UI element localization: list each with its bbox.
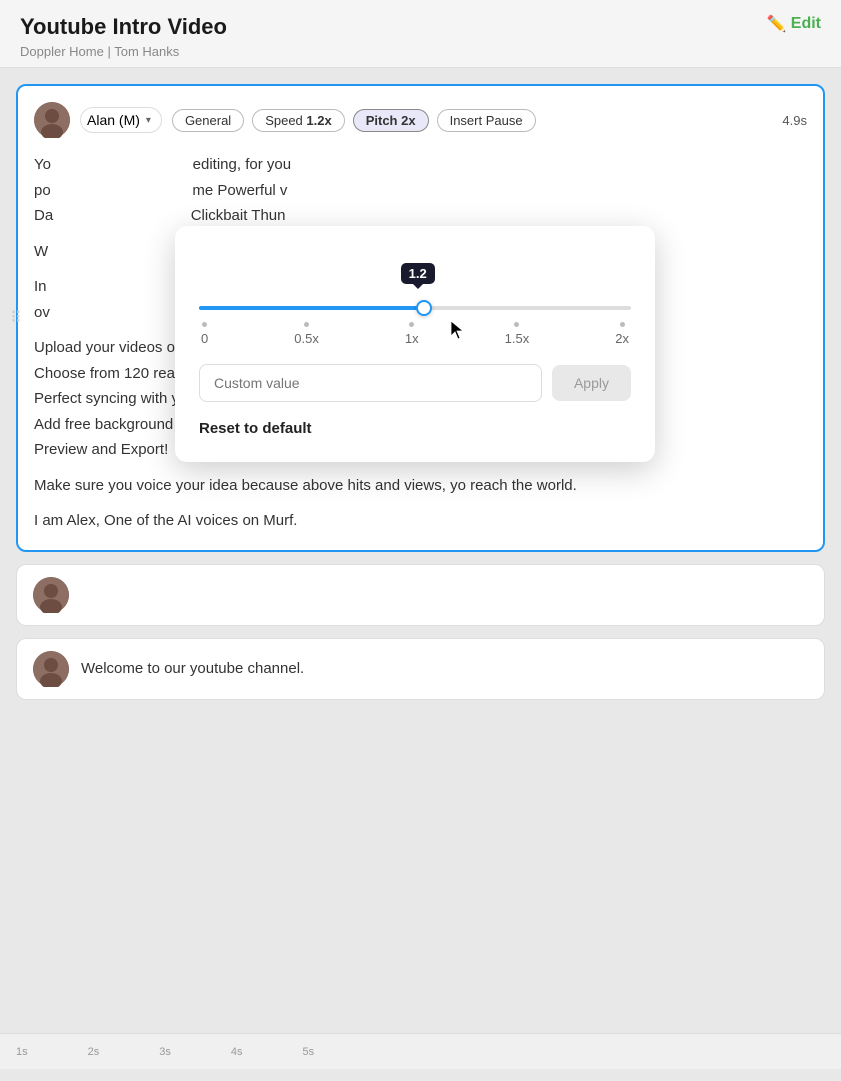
voice-tags: General Speed 1.2x Pitch 2x Insert Pause: [172, 109, 536, 132]
slider-track[interactable]: [199, 306, 631, 310]
slider-tooltip: 1.2: [401, 263, 435, 284]
timeline-mark-3: 3s: [159, 1046, 171, 1058]
speed-popup: 1.2 0 0.5x 1x: [175, 226, 655, 462]
tag-general[interactable]: General: [172, 109, 244, 132]
time-badge: 4.9s: [782, 113, 807, 128]
timeline-bar: 1s 2s 3s 4s 5s: [0, 1033, 841, 1069]
voice-name: Alan (M): [87, 112, 140, 128]
script-block-2: [16, 564, 825, 626]
tag-insert-pause[interactable]: Insert Pause: [437, 109, 536, 132]
breadcrumb-project[interactable]: Tom Hanks: [114, 44, 179, 59]
slider-wrapper: [199, 306, 631, 310]
script-text-3[interactable]: Welcome to our youtube channel.: [81, 660, 304, 677]
main-area: ⠿ Alan (M) ▾ General Speed 1.2x Pitch 2x…: [0, 68, 841, 1069]
slider-label-2: 2x: [615, 322, 629, 346]
script-block-3: Welcome to our youtube channel.: [16, 638, 825, 700]
apply-button[interactable]: Apply: [552, 365, 631, 401]
chevron-down-icon: ▾: [146, 115, 151, 126]
slider-label-05: 0.5x: [294, 322, 319, 346]
avatar-2: [33, 577, 69, 613]
custom-value-input[interactable]: [199, 364, 542, 402]
voice-selector[interactable]: Alan (M) ▾: [80, 107, 162, 133]
timeline-mark-2: 2s: [88, 1046, 100, 1058]
slider-thumb[interactable]: [416, 300, 432, 316]
tag-speed[interactable]: Speed 1.2x: [252, 109, 345, 132]
slider-fill: [199, 306, 424, 310]
slider-label-1: 1x: [405, 322, 419, 346]
voice-bar: Alan (M) ▾ General Speed 1.2x Pitch 2x I…: [34, 102, 807, 138]
custom-input-row: Apply: [199, 364, 631, 402]
edit-button[interactable]: ✏️ Edit: [767, 14, 821, 34]
timeline-mark-1: 1s: [16, 1046, 28, 1058]
avatar-3: [33, 651, 69, 687]
breadcrumb: Doppler Home | Tom Hanks: [20, 44, 821, 59]
page-title: Youtube Intro Video: [20, 14, 227, 40]
top-bar: Youtube Intro Video ✏️ Edit Doppler Home…: [0, 0, 841, 68]
timeline-mark-4: 4s: [231, 1046, 243, 1058]
edit-icon: ✏️: [767, 14, 787, 34]
reset-button[interactable]: Reset to default: [199, 420, 312, 437]
slider-label-15: 1.5x: [505, 322, 530, 346]
timeline-mark-5: 5s: [303, 1046, 315, 1058]
drag-handle[interactable]: ⠿: [10, 308, 22, 328]
tag-pitch[interactable]: Pitch 2x: [353, 109, 429, 132]
avatar: [34, 102, 70, 138]
slider-labels: 0 0.5x 1x 1.5x 2x: [199, 322, 631, 346]
breadcrumb-home[interactable]: Doppler Home: [20, 44, 104, 59]
slider-label-0: 0: [201, 322, 208, 346]
